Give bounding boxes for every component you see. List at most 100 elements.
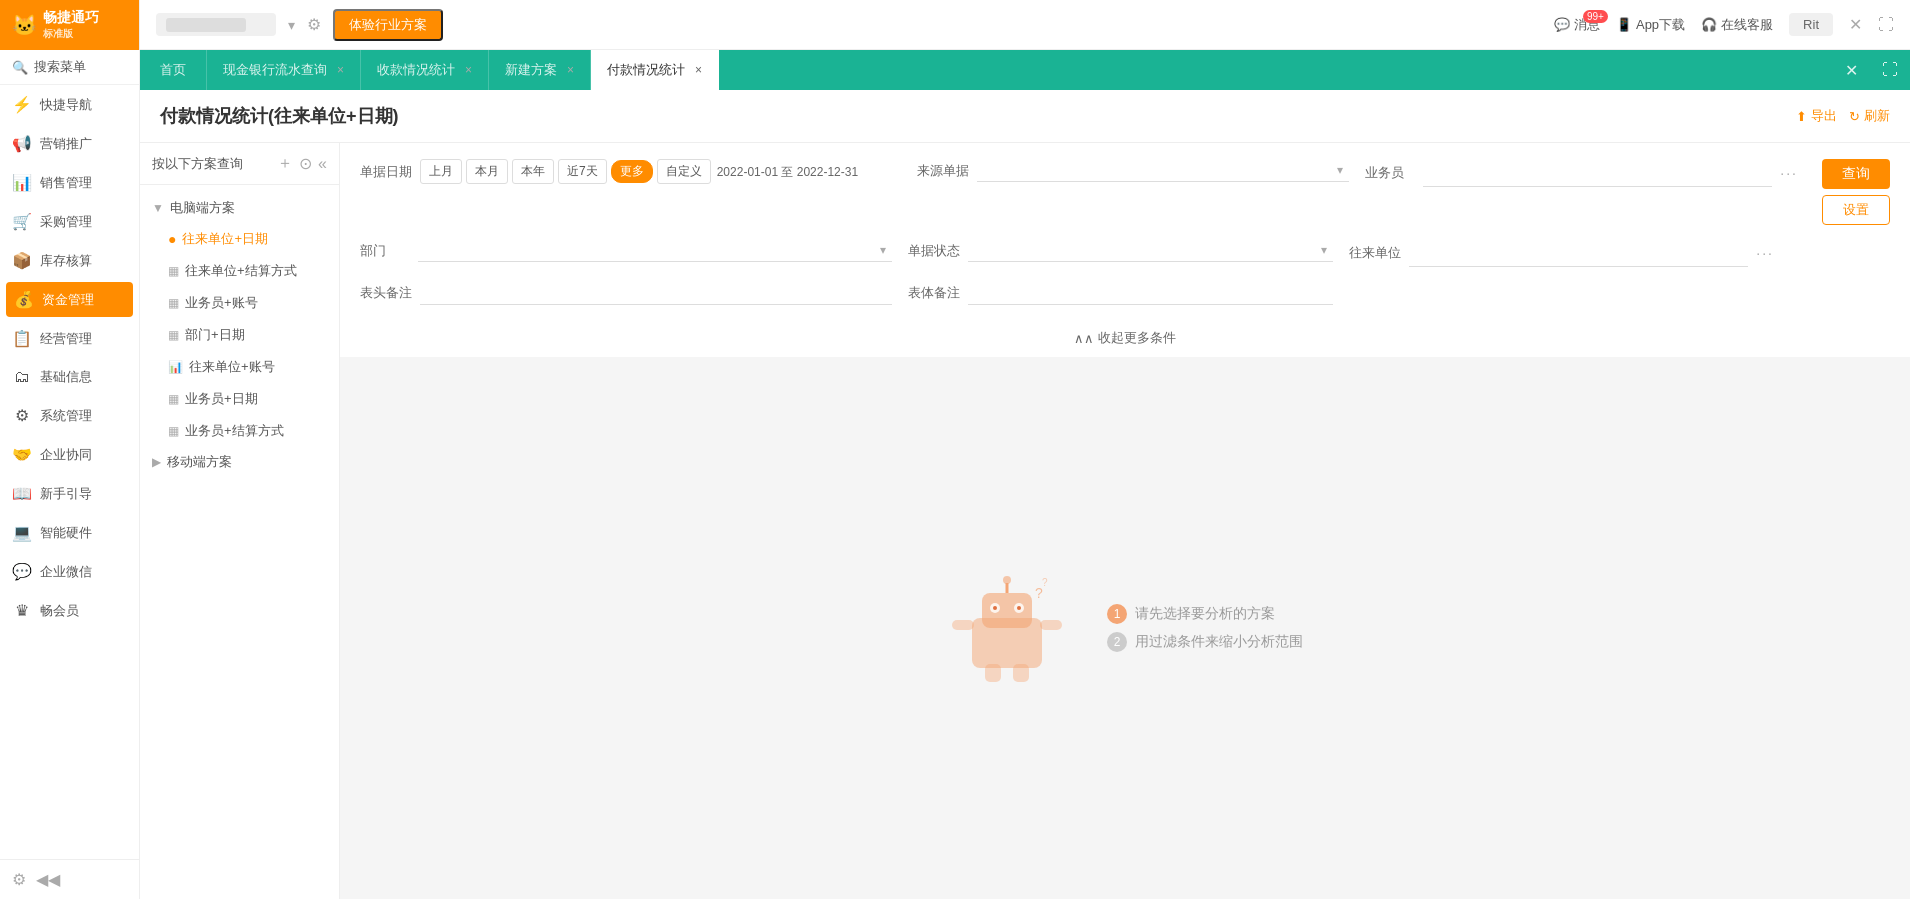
scheme-item-4-label: 部门+日期	[185, 326, 245, 344]
date-btn-this-year[interactable]: 本年	[512, 159, 554, 184]
message-badge: 99+	[1583, 10, 1608, 23]
logo-title: 畅捷通巧	[43, 9, 99, 27]
sidebar-item-sales[interactable]: 📊 销售管理	[0, 163, 139, 202]
scheme-item-2[interactable]: ▦ 往来单位+结算方式	[140, 255, 339, 287]
empty-tip-2: 2 用过滤条件来缩小分析范围	[1107, 632, 1303, 652]
filter-date-item: 单据日期 上月 本月 本年 近7天 更多 自定义 20	[360, 159, 901, 184]
scheme-collapse-icon[interactable]: «	[318, 155, 327, 173]
dept-chevron-icon: ▾	[880, 243, 886, 257]
window-close-icon[interactable]: ✕	[1849, 15, 1862, 34]
scheme-item-4[interactable]: ▦ 部门+日期	[140, 319, 339, 351]
query-button[interactable]: 查询	[1822, 159, 1890, 189]
date-btn-more[interactable]: 更多	[611, 160, 653, 183]
tab-income-label: 收款情况统计	[377, 61, 455, 79]
date-btn-last-month[interactable]: 上月	[420, 159, 462, 184]
sidebar-item-finance[interactable]: 💰 资金管理	[6, 282, 133, 317]
date-value: 上月 本月 本年 近7天 更多 自定义 2022-01-01 至 2022-12…	[420, 159, 901, 184]
refresh-button[interactable]: ↻ 刷新	[1849, 107, 1890, 125]
tab-new-scheme[interactable]: 新建方案 ×	[489, 50, 591, 90]
tab-income[interactable]: 收款情况统计 ×	[361, 50, 489, 90]
message-button[interactable]: 💬 消息 99+	[1554, 16, 1600, 34]
scheme-item-3[interactable]: ▦ 业务员+账号	[140, 287, 339, 319]
sidebar-item-quick[interactable]: ⚡ 快捷导航	[0, 85, 139, 124]
tab-income-close[interactable]: ×	[465, 63, 472, 77]
dept-select[interactable]: ▾	[418, 239, 892, 262]
scheme-item-1-label: 往来单位+日期	[182, 230, 268, 248]
sidebar-label-purchase: 采购管理	[40, 213, 92, 231]
empty-tips: 1 请先选择要分析的方案 2 用过滤条件来缩小分析范围	[1107, 604, 1303, 652]
header-right: 💬 消息 99+ 📱 App下载 🎧 在线客服 Rit ✕ ⛶	[1554, 13, 1894, 36]
sidebar-item-member[interactable]: ♛ 畅会员	[0, 591, 139, 630]
scheme-gear-icon[interactable]: ⊙	[299, 154, 312, 173]
tab-payment-close[interactable]: ×	[695, 63, 702, 77]
salesman-dots-icon[interactable]: ···	[1780, 165, 1798, 181]
filter-salesman-item: 业务员 ···	[1365, 159, 1798, 187]
scheme-item-5[interactable]: 📊 往来单位+账号	[140, 351, 339, 383]
header-gear-icon[interactable]: ⚙	[307, 15, 321, 34]
collapse-icon: ∧∧	[1074, 331, 1094, 346]
sidebar-item-basic[interactable]: 🗂 基础信息	[0, 358, 139, 396]
header-note-input[interactable]	[420, 281, 892, 305]
sidebar-item-purchase[interactable]: 🛒 采购管理	[0, 202, 139, 241]
sidebar-item-system[interactable]: ⚙ 系统管理	[0, 396, 139, 435]
sidebar-label-coop: 企业协同	[40, 446, 92, 464]
salesman-field[interactable]	[1423, 159, 1772, 187]
status-label: 单据状态	[908, 242, 960, 260]
collapse-more-button[interactable]: ∧∧ 收起更多条件	[340, 319, 1910, 357]
source-select[interactable]: ▾	[977, 159, 1350, 182]
sidebar-item-newbie[interactable]: 📖 新手引导	[0, 474, 139, 513]
scheme-group-desktop-header[interactable]: ▼ 电脑端方案	[140, 193, 339, 223]
tab-new-scheme-close[interactable]: ×	[567, 63, 574, 77]
purchase-icon: 🛒	[12, 212, 32, 231]
header-address	[156, 13, 276, 36]
app-icon: 📱	[1616, 17, 1632, 32]
online-service-button[interactable]: 🎧 在线客服	[1701, 16, 1773, 34]
settings-icon[interactable]: ⚙	[12, 870, 26, 889]
user-avatar[interactable]: Rit	[1789, 13, 1833, 36]
partner-dots-icon[interactable]: ···	[1756, 245, 1774, 261]
tabs-expand-button[interactable]: ⛶	[1870, 61, 1910, 79]
scheme-add-icon[interactable]: ＋	[277, 153, 293, 174]
sidebar-label-operation: 经营管理	[40, 330, 92, 348]
tab-home[interactable]: 首页	[140, 50, 207, 90]
body-note-input[interactable]	[968, 281, 1333, 305]
collapse-icon[interactable]: ◀◀	[36, 870, 60, 889]
scheme-item-1[interactable]: ● 往来单位+日期	[140, 223, 339, 255]
tab-new-scheme-label: 新建方案	[505, 61, 557, 79]
sidebar-logo: 🐱 畅捷通巧 标准版	[0, 0, 139, 50]
sidebar-item-hardware[interactable]: 💻 智能硬件	[0, 513, 139, 552]
tab-payment[interactable]: 付款情况统计 ×	[591, 50, 719, 90]
tab-bank-close[interactable]: ×	[337, 63, 344, 77]
sidebar-item-wechat[interactable]: 💬 企业微信	[0, 552, 139, 591]
app-download-button[interactable]: 📱 App下载	[1616, 16, 1685, 34]
date-btn-7days[interactable]: 近7天	[558, 159, 607, 184]
action-buttons: 查询 设置	[1822, 159, 1890, 225]
date-btn-custom[interactable]: 自定义	[657, 159, 711, 184]
header-note-label: 表头备注	[360, 284, 412, 302]
empty-state: ? ? 1 请先选择要分析的方案 2 用过滤条件来缩小分析范围	[947, 568, 1303, 688]
scheme-list: ▼ 电脑端方案 ● 往来单位+日期 ▦ 往来单位+结算方式 ▦ 业务员+账号	[140, 185, 339, 899]
header-dropdown-icon[interactable]: ▾	[288, 17, 295, 33]
trial-button[interactable]: 体验行业方案	[333, 9, 443, 41]
export-button[interactable]: ⬆ 导出	[1796, 107, 1837, 125]
marketing-icon: 📢	[12, 134, 32, 153]
sidebar-item-operation[interactable]: 📋 经营管理	[0, 319, 139, 358]
tabs-close-all-button[interactable]: ✕	[1833, 61, 1870, 80]
scheme-item-6[interactable]: ▦ 业务员+日期	[140, 383, 339, 415]
tab-bank[interactable]: 现金银行流水查询 ×	[207, 50, 361, 90]
scheme-item-4-icon: ▦	[168, 328, 179, 342]
status-select[interactable]: ▾	[968, 239, 1333, 262]
stock-icon: 📦	[12, 251, 32, 270]
set-button[interactable]: 设置	[1822, 195, 1890, 225]
sidebar-item-marketing[interactable]: 📢 营销推广	[0, 124, 139, 163]
sidebar-search[interactable]: 🔍 搜索菜单	[0, 50, 139, 85]
date-btn-this-month[interactable]: 本月	[466, 159, 508, 184]
finance-icon: 💰	[14, 290, 34, 309]
sidebar: 🐱 畅捷通巧 标准版 🔍 搜索菜单 ⚡ 快捷导航 📢 营销推广 📊 销售管理 🛒…	[0, 0, 140, 899]
scheme-item-7[interactable]: ▦ 业务员+结算方式	[140, 415, 339, 447]
sidebar-item-coop[interactable]: 🤝 企业协同	[0, 435, 139, 474]
partner-field[interactable]	[1409, 239, 1749, 267]
window-expand-icon[interactable]: ⛶	[1878, 16, 1894, 34]
scheme-group-mobile-header[interactable]: ▶ 移动端方案	[140, 447, 339, 477]
sidebar-item-stock[interactable]: 📦 库存核算	[0, 241, 139, 280]
